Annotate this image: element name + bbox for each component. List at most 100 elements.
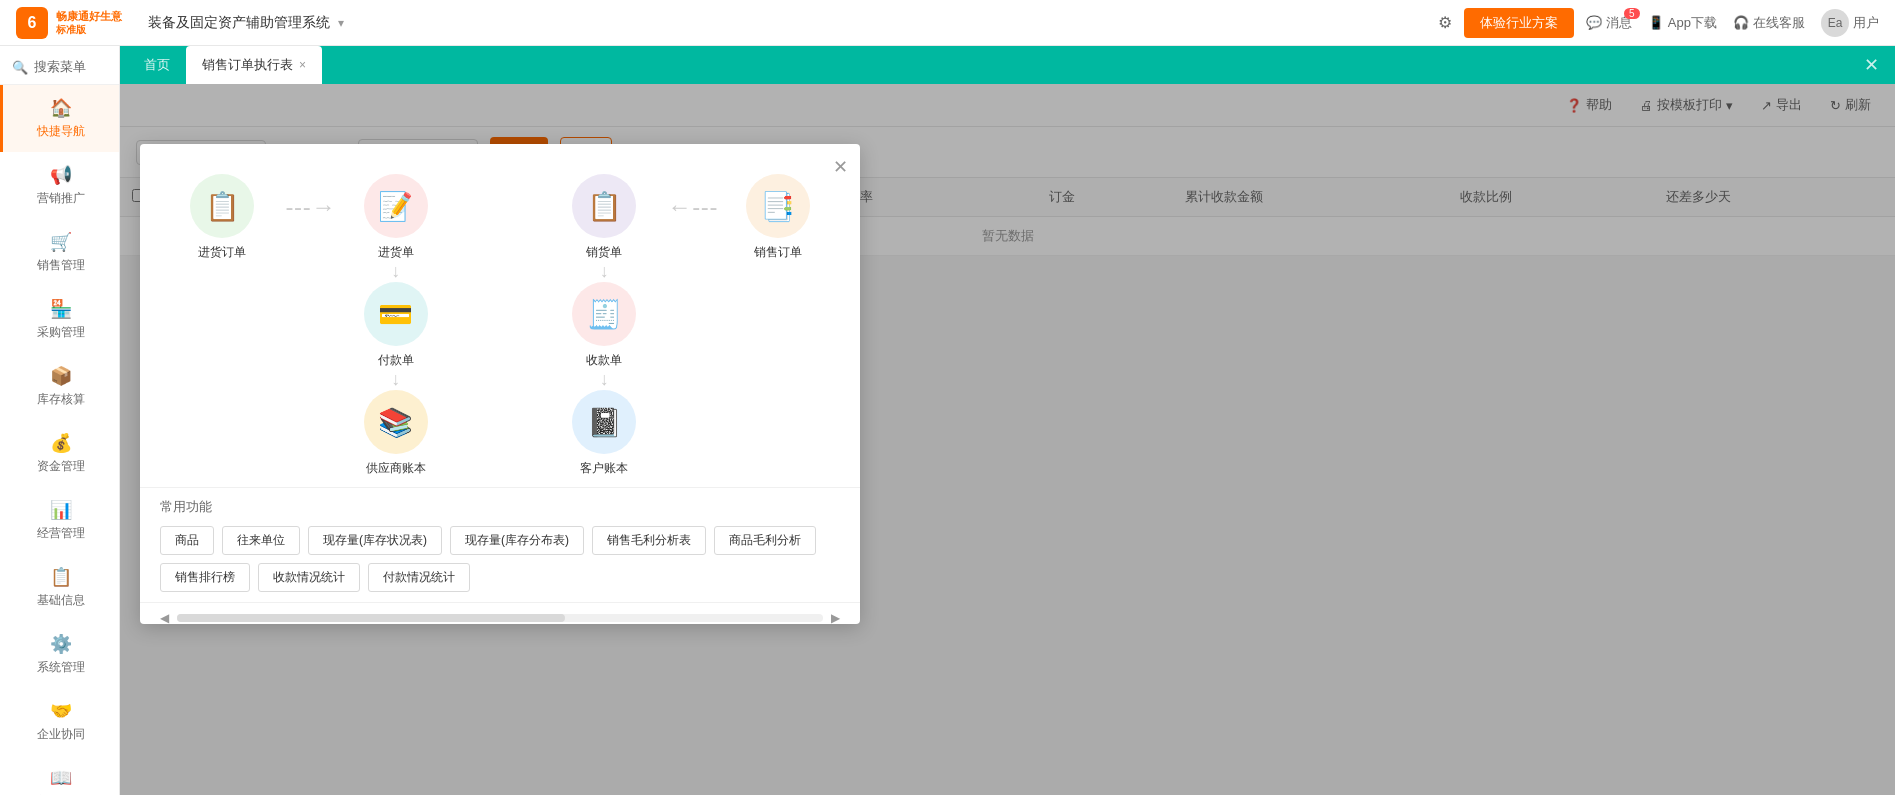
sidebar-item-marketing[interactable]: 📢 营销推广: [0, 152, 119, 219]
function-buttons-row: 商品 往来单位 现存量(库存状况表) 现存量(库存分布表) 销售毛利分析表 商品…: [160, 526, 840, 555]
scroll-right-arrow[interactable]: ▶: [831, 611, 840, 624]
marketing-icon: 📢: [50, 164, 72, 186]
purchase-bill-circle[interactable]: 📝: [364, 174, 428, 238]
sales-order-circle[interactable]: 📑: [746, 174, 810, 238]
sidebar-item-sales[interactable]: 🛒 销售管理: [0, 219, 119, 286]
message-button[interactable]: 💬 消息 5: [1586, 14, 1632, 32]
purchase-bill-node[interactable]: 📝 进货单: [344, 174, 448, 261]
sales-order-icon: 📑: [760, 190, 795, 223]
arrow-down-sales: ↓: [552, 261, 656, 282]
home-icon: 🏠: [50, 97, 72, 119]
arrow-down-receipt: ↓: [552, 369, 656, 390]
user-menu-button[interactable]: Ea 用户: [1821, 9, 1879, 37]
top-header: 6 畅康通好生意 标准版 装备及固定资产辅助管理系统 ▾ ⚙ 体验行业方案 💬 …: [0, 0, 1895, 46]
func-btn-sales-rank[interactable]: 销售排行榜: [160, 563, 250, 592]
header-right: 💬 消息 5 📱 App下载 🎧 在线客服 Ea 用户: [1586, 9, 1879, 37]
system-icon: ⚙️: [50, 633, 72, 655]
arrow-right-1: - - - →: [274, 193, 343, 221]
app-download-button[interactable]: 📱 App下载: [1648, 14, 1717, 32]
func-btn-goods-margin[interactable]: 商品毛利分析: [714, 526, 816, 555]
func-btn-goods[interactable]: 商品: [160, 526, 214, 555]
function-buttons-row-2: 销售排行榜 收款情况统计 付款情况统计: [160, 563, 840, 592]
app-container: 6 畅康通好生意 标准版 装备及固定资产辅助管理系统 ▾ ⚙ 体验行业方案 💬 …: [0, 0, 1895, 795]
sales-bill-circle[interactable]: 📋: [572, 174, 636, 238]
dropdown-arrow-icon[interactable]: ▾: [338, 16, 344, 30]
supplier-ledger-icon: 📚: [378, 406, 413, 439]
receipt-bill-circle[interactable]: 🧾: [572, 282, 636, 346]
tab-close-icon[interactable]: ×: [299, 58, 306, 72]
sidebar-item-quick[interactable]: 🏠 快捷导航: [0, 85, 119, 152]
tab-bar: 首页 销售订单执行表 × ✕: [120, 46, 1895, 84]
func-btn-inventory-status[interactable]: 现存量(库存状况表): [308, 526, 442, 555]
sidebar-item-inventory[interactable]: 📦 库存核算: [0, 353, 119, 420]
modal-close-button[interactable]: ✕: [833, 156, 848, 178]
purchase-order-node[interactable]: 📋 进货订单: [170, 174, 274, 261]
tab-home[interactable]: 首页: [128, 46, 186, 84]
tab-sales-order[interactable]: 销售订单执行表 ×: [186, 46, 322, 84]
online-service-button[interactable]: 🎧 在线客服: [1733, 14, 1805, 32]
modal-overlay[interactable]: ✕ 📋 进货订单: [120, 84, 1895, 795]
payment-bill-icon: 💳: [378, 298, 413, 331]
content-area: 首页 销售订单执行表 × ✕ ❓ 帮助 🖨: [120, 46, 1895, 795]
sidebar-item-basic[interactable]: 📋 基础信息: [0, 554, 119, 621]
func-btn-inventory-dist[interactable]: 现存量(库存分布表): [450, 526, 584, 555]
sidebar-item-operations[interactable]: 📊 经营管理: [0, 487, 119, 554]
purchase-icon: 🏪: [50, 298, 72, 320]
avatar: Ea: [1821, 9, 1849, 37]
func-btn-payment-stats[interactable]: 付款情况统计: [368, 563, 470, 592]
sidebar-item-collab[interactable]: 🤝 企业协同: [0, 688, 119, 755]
common-functions-title: 常用功能: [160, 498, 840, 516]
customer-ledger-circle[interactable]: 📓: [572, 390, 636, 454]
page-content: ❓ 帮助 🖨 按模板打印 ▾ ↗ 导出 ↻ 刷新: [120, 84, 1895, 795]
supplier-ledger-circle[interactable]: 📚: [364, 390, 428, 454]
payment-bill-circle[interactable]: 💳: [364, 282, 428, 346]
func-btn-receipt-stats[interactable]: 收款情况统计: [258, 563, 360, 592]
scrollbar-thumb: [177, 614, 565, 622]
purchase-order-icon: 📋: [205, 190, 240, 223]
sidebar: 🔍 搜索菜单 🏠 快捷导航 📢 营销推广 🛒 销售管理 🏪 采购管理 📦: [0, 46, 120, 795]
arrow-down-payment: ↓: [344, 369, 448, 390]
flow-row-1: 📋 进货订单 - - - →: [170, 174, 830, 261]
scrollbar-track[interactable]: [177, 614, 823, 622]
sidebar-search[interactable]: 🔍 搜索菜单: [0, 46, 119, 85]
receipt-bill-icon: 🧾: [587, 298, 622, 331]
receipt-bill-node[interactable]: 🧾 收款单: [552, 282, 656, 369]
system-name: 装备及固定资产辅助管理系统: [148, 14, 330, 32]
main-layout: 🔍 搜索菜单 🏠 快捷导航 📢 营销推广 🛒 销售管理 🏪 采购管理 📦: [0, 46, 1895, 795]
sales-order-node[interactable]: 📑 销售订单: [726, 174, 830, 261]
logo-text: 畅康通好生意 标准版: [56, 9, 122, 36]
system-title: 装备及固定资产辅助管理系统 ▾: [148, 14, 1426, 32]
scroll-left-arrow[interactable]: ◀: [160, 611, 169, 624]
sidebar-item-purchase[interactable]: 🏪 采购管理: [0, 286, 119, 353]
service-icon: 🎧: [1733, 15, 1749, 30]
sidebar-item-guide[interactable]: 📖 新手引导: [0, 755, 119, 795]
supplier-ledger-node[interactable]: 📚 供应商账本: [344, 390, 448, 477]
flow-diagram: 📋 进货订单 - - - →: [140, 144, 860, 487]
customer-ledger-icon: 📓: [587, 406, 622, 439]
func-btn-partners[interactable]: 往来单位: [222, 526, 300, 555]
sidebar-item-system[interactable]: ⚙️ 系统管理: [0, 621, 119, 688]
func-btn-sales-margin[interactable]: 销售毛利分析表: [592, 526, 706, 555]
arrow-left-1: ← - - -: [656, 193, 725, 221]
customer-ledger-node[interactable]: 📓 客户账本: [552, 390, 656, 477]
flow-row-3: 📚 供应商账本 📓 客户账本: [170, 390, 830, 477]
purchase-bill-icon: 📝: [378, 190, 413, 223]
experience-button[interactable]: 体验行业方案: [1464, 8, 1574, 38]
collab-icon: 🤝: [50, 700, 72, 722]
basic-icon: 📋: [50, 566, 72, 588]
close-all-tabs-button[interactable]: ✕: [1856, 54, 1887, 76]
payment-bill-node[interactable]: 💳 付款单: [344, 282, 448, 369]
search-icon: 🔍: [12, 60, 28, 75]
guide-icon: 📖: [50, 767, 72, 789]
modal-dialog: ✕ 📋 进货订单: [140, 144, 860, 624]
arrow-down-purchase: ↓: [344, 261, 448, 282]
sidebar-item-finance[interactable]: 💰 资金管理: [0, 420, 119, 487]
settings-icon[interactable]: ⚙: [1438, 13, 1452, 32]
sales-bill-icon: 📋: [587, 190, 622, 223]
flow-row-arrows: ↓ ↓: [170, 261, 830, 282]
flow-row-arrows-2: ↓ ↓: [170, 369, 830, 390]
purchase-order-circle[interactable]: 📋: [190, 174, 254, 238]
sales-bill-node[interactable]: 📋 销货单: [552, 174, 656, 261]
app-icon: 📱: [1648, 15, 1664, 30]
logo-icon: 6: [16, 7, 48, 39]
